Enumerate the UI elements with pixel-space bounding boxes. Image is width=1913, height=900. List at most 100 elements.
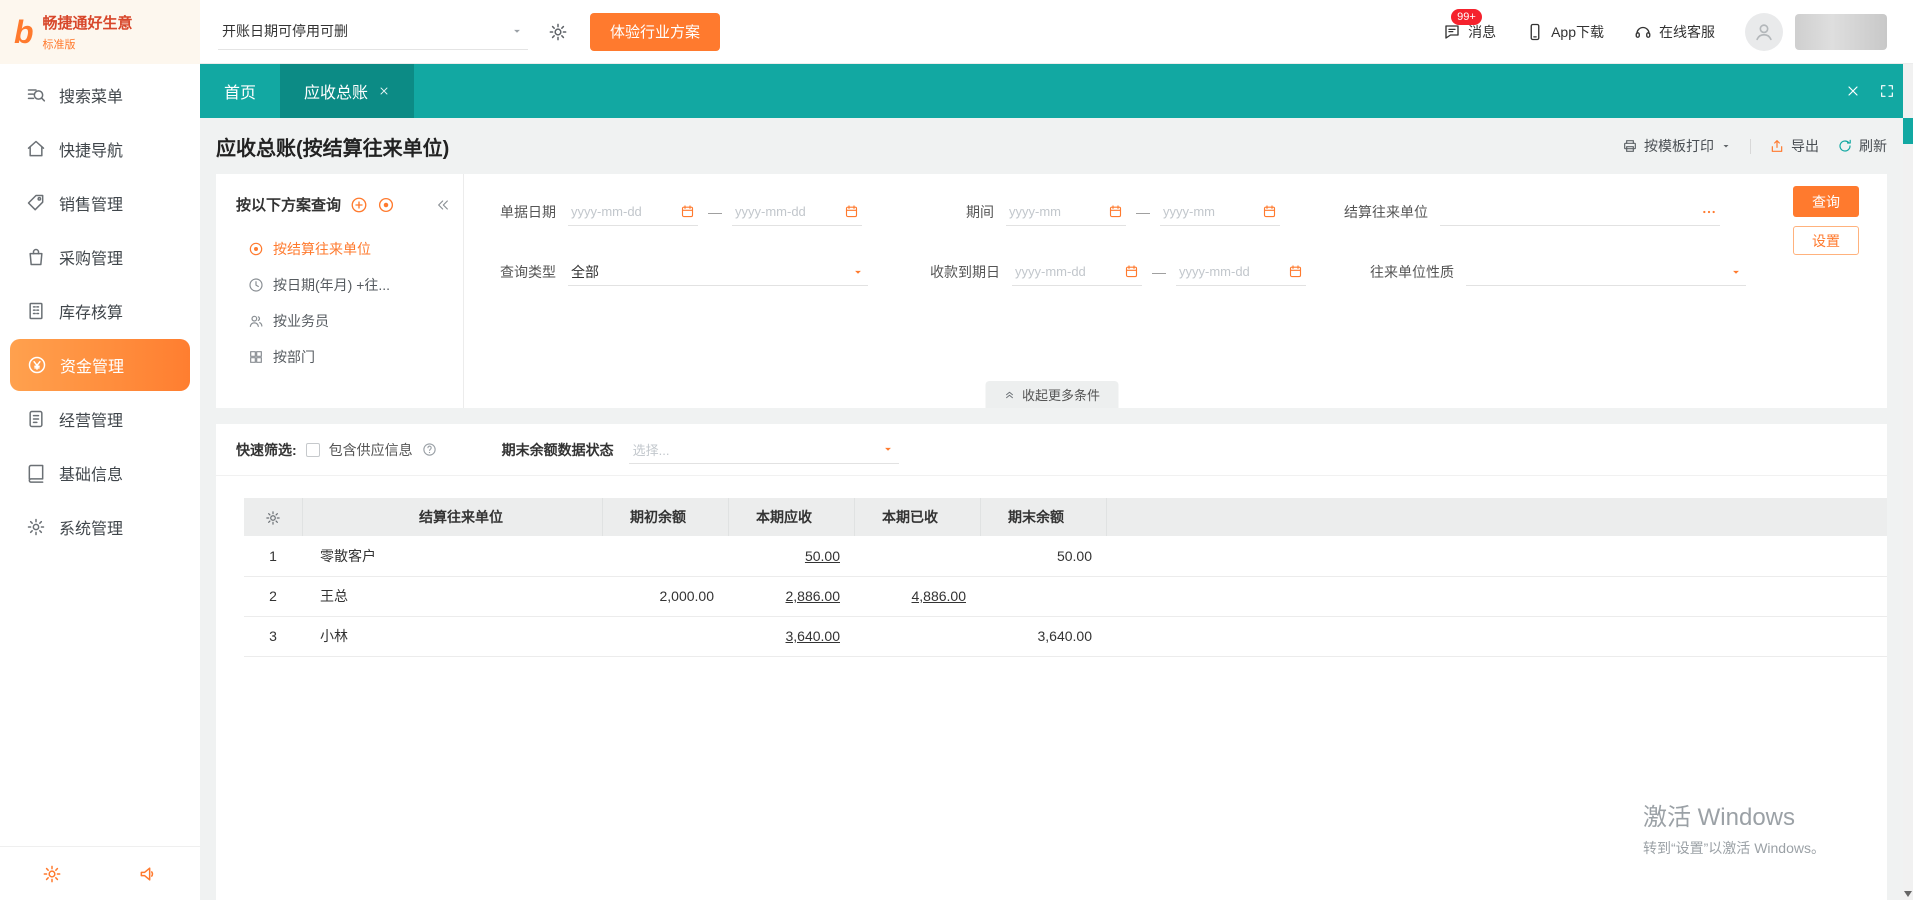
base-info-book-icon xyxy=(26,463,46,483)
cell-receivable-link[interactable]: 3,640.00 xyxy=(786,628,841,644)
watermark-subtitle: 转到“设置”以激活 Windows。 xyxy=(1642,840,1825,856)
sidebar-item-quick-nav[interactable]: 快捷导航 xyxy=(0,122,200,176)
calendar-icon xyxy=(1288,264,1303,279)
close-all-tabs-icon[interactable] xyxy=(1845,83,1861,99)
settings-button[interactable]: 设置 xyxy=(1793,226,1859,255)
query-scheme-panel: 按以下方案查询 按结算往来单位 按日期(年月) +往... 按业务员 按部门 xyxy=(216,174,464,408)
tab-label: 首页 xyxy=(224,85,257,102)
unit-nature-select[interactable] xyxy=(1466,258,1746,286)
period-from-field[interactable]: yyyy-mm xyxy=(1006,198,1126,226)
sidebar-item-purchase[interactable]: 采购管理 xyxy=(0,230,200,284)
doc-date-from-field[interactable]: yyyy-mm-dd xyxy=(568,198,698,226)
period-to-field[interactable]: yyyy-mm xyxy=(1160,198,1280,226)
sidebar-item-label: 搜索菜单 xyxy=(59,89,124,106)
tab-close-icon[interactable] xyxy=(378,85,390,97)
closing-status-placeholder: 选择... xyxy=(632,442,670,458)
ellipsis-picker-icon[interactable] xyxy=(1701,204,1717,220)
table-row[interactable]: 2 王总 2,000.00 2,886.00 4,886.00 xyxy=(244,576,1887,617)
messages-button[interactable]: 99+ 消息 xyxy=(1443,8,1496,42)
include-supplier-checkbox[interactable] xyxy=(305,442,320,457)
grid-icon xyxy=(248,349,264,365)
scrollbar-thumb[interactable] xyxy=(1903,118,1913,144)
sidebar-item-search-menu[interactable]: 搜索菜单 xyxy=(0,68,200,122)
chevron-up-double-icon xyxy=(1003,389,1015,401)
filter-panel: 单据日期 yyyy-mm-dd — yyyy-mm-dd 期间 yyyy-mm xyxy=(464,174,1903,408)
doc-date-to-field[interactable]: yyyy-mm-dd xyxy=(732,198,862,226)
sidebar-item-base-info[interactable]: 基础信息 xyxy=(0,446,200,500)
due-date-to-field[interactable]: yyyy-mm-dd xyxy=(1176,258,1306,286)
cell-receivable-link[interactable]: 2,886.00 xyxy=(786,588,841,604)
export-icon xyxy=(1769,138,1785,154)
settings-gear-icon[interactable] xyxy=(548,22,568,42)
period-placeholder: yyyy-mm xyxy=(1009,204,1061,219)
scheme-label: 按结算往来单位 xyxy=(273,241,371,257)
closing-status-select[interactable]: 选择... xyxy=(628,436,899,464)
settle-unit-field[interactable] xyxy=(1440,198,1720,226)
table-row[interactable]: 3 小林 3,640.00 3,640.00 xyxy=(244,616,1887,657)
footer-gear-icon[interactable] xyxy=(42,864,62,884)
query-type-select[interactable]: 全部 xyxy=(568,258,868,286)
chevron-down-icon xyxy=(851,265,865,279)
sidebar-item-label: 库存核算 xyxy=(59,305,124,322)
online-service-button[interactable]: 在线客服 xyxy=(1634,22,1715,42)
page-title: 应收总账(按结算往来单位) xyxy=(216,137,450,160)
cell-closing xyxy=(980,576,1106,617)
sidebar-item-funds[interactable]: 资金管理 xyxy=(10,339,190,391)
print-by-template-button[interactable]: 按模板打印 xyxy=(1622,136,1732,156)
period-label: 期间 xyxy=(966,204,994,220)
receivable-ledger-table: 结算往来单位 期初余额 本期应收 本期已收 期末余额 1 零散客户 50.00 … xyxy=(244,498,1887,657)
refresh-label: 刷新 xyxy=(1859,138,1887,154)
tab-receivable-ledger[interactable]: 应收总账 xyxy=(280,64,415,118)
add-scheme-icon[interactable] xyxy=(350,196,368,214)
watermark-title: 激活 Windows xyxy=(1642,804,1796,831)
people-icon xyxy=(248,313,264,329)
help-question-icon[interactable] xyxy=(422,442,437,457)
chevron-down-icon xyxy=(510,24,524,38)
export-label: 导出 xyxy=(1791,138,1819,154)
sidebar-item-system[interactable]: 系统管理 xyxy=(0,500,200,554)
tab-label: 应收总账 xyxy=(304,85,369,102)
export-button[interactable]: 导出 xyxy=(1769,136,1819,156)
account-select[interactable]: 开账日期可停用可删 xyxy=(218,13,528,50)
print-label: 按模板打印 xyxy=(1644,138,1714,154)
table-row[interactable]: 1 零散客户 50.00 50.00 xyxy=(244,536,1887,577)
fullscreen-icon[interactable] xyxy=(1879,83,1895,99)
scrollbar-down-arrow[interactable] xyxy=(1904,891,1912,897)
tab-home[interactable]: 首页 xyxy=(200,64,280,118)
sidebar-item-sales[interactable]: 销售管理 xyxy=(0,176,200,230)
period-placeholder: yyyy-mm xyxy=(1163,204,1215,219)
online-service-label: 在线客服 xyxy=(1659,23,1715,40)
column-settings-icon[interactable] xyxy=(265,510,281,526)
collapse-more-conditions[interactable]: 收起更多条件 xyxy=(984,381,1119,408)
sidebar-footer xyxy=(0,846,200,900)
query-type-label: 查询类型 xyxy=(500,264,556,280)
search-button[interactable]: 查询 xyxy=(1793,186,1859,217)
range-dash: — xyxy=(1136,204,1150,220)
topbar: b 畅捷通好生意 标准版 开账日期可停用可删 体验行业方案 99+ 消息 App… xyxy=(0,0,1913,64)
sidebar-item-label: 基础信息 xyxy=(59,467,124,484)
scheme-by-date[interactable]: 按日期(年月) +往... xyxy=(236,267,451,303)
calendar-icon xyxy=(1124,264,1139,279)
scheme-by-department[interactable]: 按部门 xyxy=(236,339,451,375)
cell-receivable-link[interactable]: 50.00 xyxy=(805,548,840,564)
user-avatar[interactable] xyxy=(1745,12,1783,51)
scheme-target-icon[interactable] xyxy=(377,196,395,214)
due-date-from-field[interactable]: yyyy-mm-dd xyxy=(1012,258,1142,286)
cell-received-link[interactable]: 4,886.00 xyxy=(912,588,967,604)
header-closing-balance: 期末余额 xyxy=(980,498,1107,536)
scheme-by-salesman[interactable]: 按业务员 xyxy=(236,303,451,339)
chevron-down-icon xyxy=(1720,140,1732,152)
collapse-panel-icon[interactable] xyxy=(435,197,451,213)
scheme-by-settle-unit[interactable]: 按结算往来单位 xyxy=(236,231,451,267)
range-dash: — xyxy=(1152,264,1166,280)
inventory-building-icon xyxy=(26,301,46,321)
scheme-label: 按部门 xyxy=(273,349,315,365)
app-download-button[interactable]: App下载 xyxy=(1526,22,1604,42)
sidebar-item-label: 采购管理 xyxy=(59,251,124,268)
refresh-button[interactable]: 刷新 xyxy=(1837,136,1887,156)
trial-plan-button[interactable]: 体验行业方案 xyxy=(590,12,721,51)
footer-speaker-icon[interactable] xyxy=(138,864,158,884)
sidebar-item-inventory[interactable]: 库存核算 xyxy=(0,284,200,338)
sidebar-item-business[interactable]: 经营管理 xyxy=(0,392,200,446)
sidebar-item-label: 经营管理 xyxy=(59,413,124,430)
